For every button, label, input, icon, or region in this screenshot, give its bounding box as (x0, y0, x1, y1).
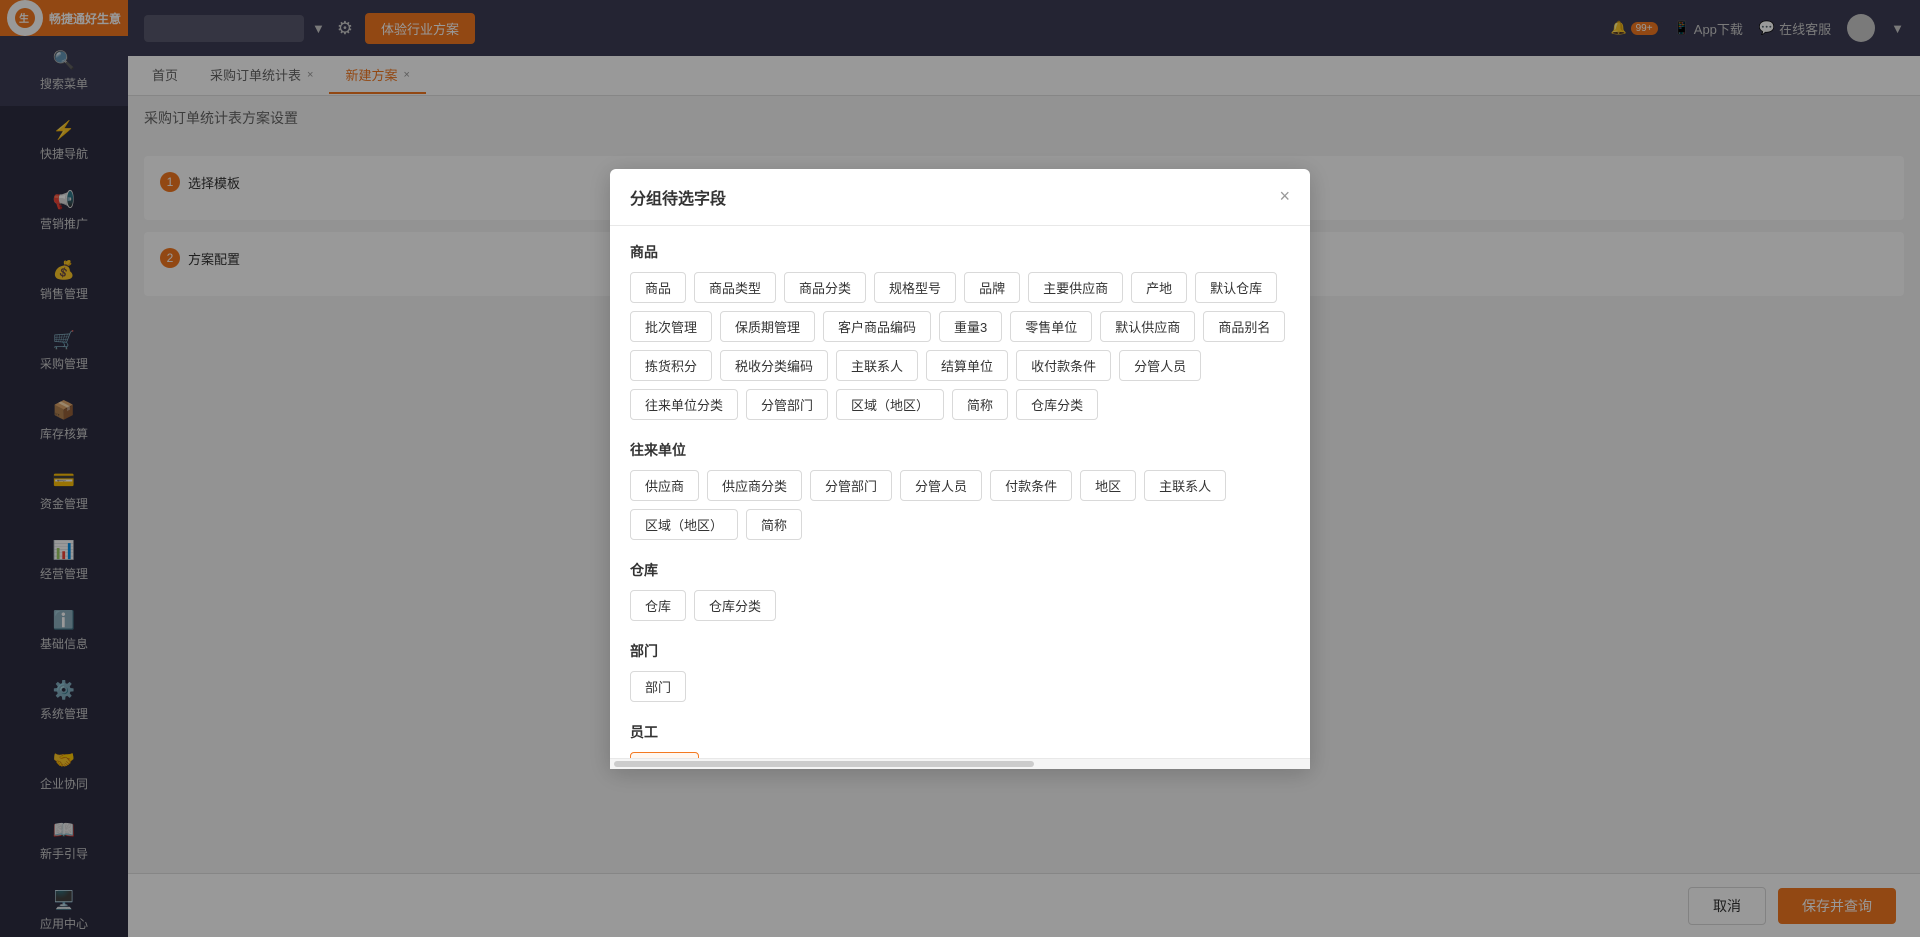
section-product: 商品 商品 商品类型 商品分类 规格型号 品牌 主要供应商 产地 默认仓库 批次… (630, 242, 1290, 420)
section-employee: 员工 业务员 (630, 722, 1290, 759)
field-warehouse-cat[interactable]: 仓库分类 (694, 590, 776, 621)
section-department: 部门 部门 (630, 641, 1290, 702)
field-select-dialog: 分组待选字段 × 商品 商品 商品类型 商品分类 规格型号 品牌 主要供应商 产… (610, 169, 1310, 769)
field-main-supplier[interactable]: 主要供应商 (1028, 272, 1123, 303)
field-pick-score[interactable]: 拣货积分 (630, 350, 712, 381)
field-payment-terms[interactable]: 收付款条件 (1016, 350, 1111, 381)
field-department[interactable]: 部门 (630, 671, 686, 702)
dialog-title: 分组待选字段 (630, 185, 726, 209)
field-product[interactable]: 商品 (630, 272, 686, 303)
section-product-title: 商品 (630, 242, 1290, 262)
field-default-warehouse[interactable]: 默认仓库 (1195, 272, 1277, 303)
field-customer-code[interactable]: 客户商品编码 (823, 311, 931, 342)
field-short-name-product[interactable]: 简称 (952, 389, 1008, 420)
field-partner-category[interactable]: 往来单位分类 (630, 389, 738, 420)
field-area[interactable]: 地区 (1080, 470, 1136, 501)
section-warehouse: 仓库 仓库 仓库分类 (630, 560, 1290, 621)
field-settlement-unit[interactable]: 结算单位 (926, 350, 1008, 381)
section-employee-title: 员工 (630, 722, 1290, 742)
field-region-product[interactable]: 区域（地区） (836, 389, 944, 420)
field-warehouse[interactable]: 仓库 (630, 590, 686, 621)
field-tax-code[interactable]: 税收分类编码 (720, 350, 828, 381)
dept-fields: 部门 (630, 671, 1290, 702)
field-region-partner[interactable]: 区域（地区） (630, 509, 738, 540)
dialog-close-button[interactable]: × (1279, 186, 1290, 207)
section-partner: 往来单位 供应商 供应商分类 分管部门 分管人员 付款条件 地区 主联系人 区域… (630, 440, 1290, 540)
section-partner-title: 往来单位 (630, 440, 1290, 460)
field-expiry-mgmt[interactable]: 保质期管理 (720, 311, 815, 342)
product-fields: 商品 商品类型 商品分类 规格型号 品牌 主要供应商 产地 默认仓库 批次管理 … (630, 272, 1290, 420)
field-supplier-cat[interactable]: 供应商分类 (707, 470, 802, 501)
section-dept-title: 部门 (630, 641, 1290, 661)
field-mgmt-dept[interactable]: 分管部门 (810, 470, 892, 501)
field-pay-terms[interactable]: 付款条件 (990, 470, 1072, 501)
field-short-name-partner[interactable]: 简称 (746, 509, 802, 540)
dialog-body[interactable]: 商品 商品 商品类型 商品分类 规格型号 品牌 主要供应商 产地 默认仓库 批次… (610, 226, 1310, 759)
warehouse-fields: 仓库 仓库分类 (630, 590, 1290, 621)
field-product-type[interactable]: 商品类型 (694, 272, 776, 303)
dialog-horizontal-scrollbar[interactable] (610, 758, 1310, 768)
field-supplier[interactable]: 供应商 (630, 470, 699, 501)
field-salesperson[interactable]: 业务员 (630, 752, 699, 759)
field-retail-unit[interactable]: 零售单位 (1010, 311, 1092, 342)
employee-fields: 业务员 (630, 752, 1290, 759)
field-origin[interactable]: 产地 (1131, 272, 1187, 303)
field-default-supplier[interactable]: 默认供应商 (1100, 311, 1195, 342)
dialog-overlay: 分组待选字段 × 商品 商品 商品类型 商品分类 规格型号 品牌 主要供应商 产… (0, 0, 1920, 937)
field-product-category[interactable]: 商品分类 (784, 272, 866, 303)
dialog-header: 分组待选字段 × (610, 169, 1310, 226)
field-weight3[interactable]: 重量3 (939, 311, 1002, 342)
field-brand[interactable]: 品牌 (964, 272, 1020, 303)
field-manager[interactable]: 分管人员 (1119, 350, 1201, 381)
field-spec-model[interactable]: 规格型号 (874, 272, 956, 303)
field-main-contact-partner[interactable]: 主联系人 (1144, 470, 1226, 501)
field-warehouse-cat-product[interactable]: 仓库分类 (1016, 389, 1098, 420)
field-product-alias[interactable]: 商品别名 (1203, 311, 1285, 342)
section-warehouse-title: 仓库 (630, 560, 1290, 580)
field-mgmt-person[interactable]: 分管人员 (900, 470, 982, 501)
partner-fields: 供应商 供应商分类 分管部门 分管人员 付款条件 地区 主联系人 区域（地区） … (630, 470, 1290, 540)
field-main-contact[interactable]: 主联系人 (836, 350, 918, 381)
field-dept[interactable]: 分管部门 (746, 389, 828, 420)
field-batch-mgmt[interactable]: 批次管理 (630, 311, 712, 342)
